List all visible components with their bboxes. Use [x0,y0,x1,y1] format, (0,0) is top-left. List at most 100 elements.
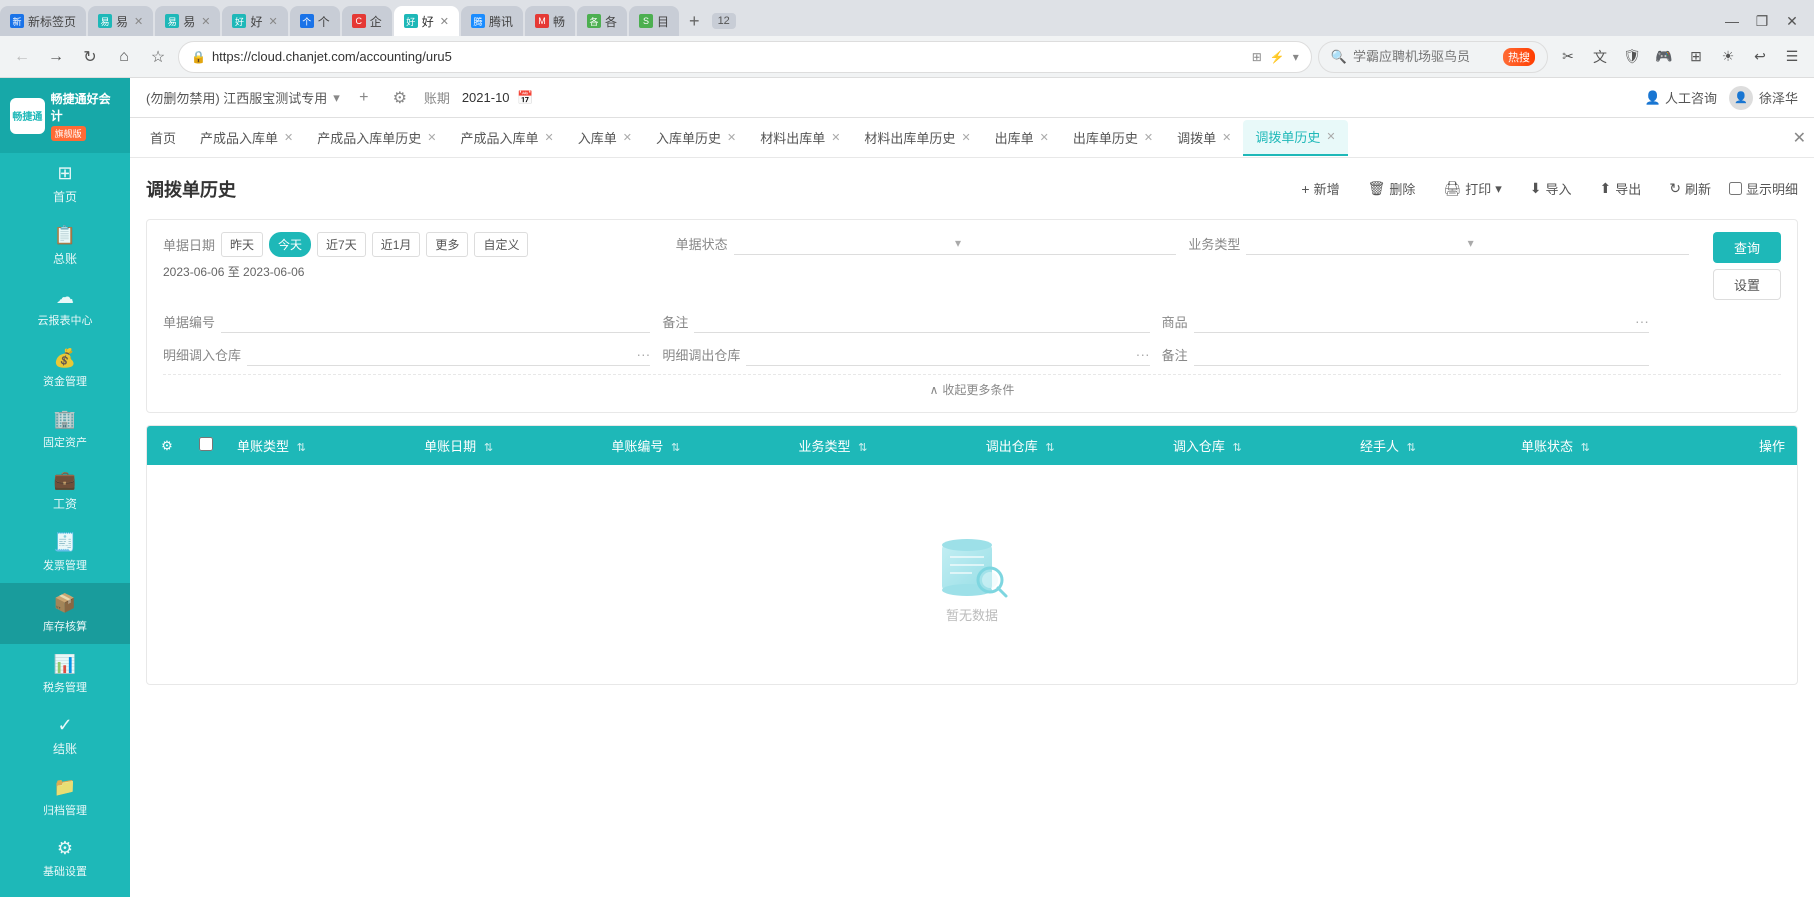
browser-tab-6[interactable]: C 企 [342,6,392,36]
browser-tab-3[interactable]: 易 易 ✕ [155,6,220,36]
status-select[interactable]: ▾ [734,232,1177,255]
tab-close-3[interactable]: ✕ [201,15,210,28]
refresh-browser-button[interactable]: ↻ [76,43,104,71]
detail-remark-input[interactable] [1194,344,1649,366]
page-tab-material-out-close[interactable]: ✕ [831,131,840,144]
browser-tab-1[interactable]: 新 新标签页 [0,6,86,36]
tab-close-7[interactable]: ✕ [440,15,449,28]
shield-button[interactable]: 🛡 [1618,43,1646,71]
win-restore-button[interactable]: ❐ [1748,10,1776,32]
page-tab-transfer[interactable]: 调拨单 ✕ [1165,120,1243,156]
sidebar-item-home[interactable]: ⊞ 首页 [0,153,130,215]
tab-close-2[interactable]: ✕ [134,15,143,28]
col-type[interactable]: 单账类型 ⇅ [225,426,412,465]
page-tab-outbound-history[interactable]: 出库单历史 ✕ [1061,120,1165,156]
col-date[interactable]: 单账日期 ⇅ [412,426,599,465]
detail-out-selector[interactable]: ··· [746,343,1149,366]
browser-tab-7[interactable]: 好 好 ✕ [394,6,459,36]
col-no[interactable]: 单账编号 ⇅ [599,426,786,465]
date-more-button[interactable]: 更多 [426,232,468,257]
service-button[interactable]: 👤 人工咨询 [1645,88,1717,107]
check-col-header[interactable] [187,426,225,465]
page-tab-finished-in-history[interactable]: 产成品入库单历史 ✕ [305,120,448,156]
sidebar-item-archive[interactable]: 📁 归档管理 [0,767,130,828]
select-all-checkbox[interactable] [199,437,213,451]
page-tab-inbound-close[interactable]: ✕ [623,131,632,144]
display-toggle[interactable]: 显示明细 [1729,179,1798,198]
goods-selector[interactable]: ··· [1194,310,1649,333]
back-button[interactable]: ← [8,43,36,71]
sidebar-item-fixed-assets[interactable]: 🏢 固定资产 [0,399,130,460]
page-tab-finished-in2[interactable]: 产成品入库单 ✕ [448,120,565,156]
new-tab-button[interactable]: + [681,11,708,32]
delete-button[interactable]: 🗑 删除 [1358,174,1426,203]
print-button[interactable]: 🖨 打印 ▾ [1433,174,1511,203]
table-settings-icon[interactable]: ⚙ [161,438,173,453]
sidebar-item-tax[interactable]: 📊 税务管理 [0,644,130,705]
sidebar-item-invoice[interactable]: 🧾 发票管理 [0,522,130,583]
page-tab-transfer-close[interactable]: ✕ [1222,131,1231,144]
browser-tab-8[interactable]: 腾 腾讯 [461,6,523,36]
export-button[interactable]: ⬆ 导出 [1589,174,1651,203]
page-tab-inbound-history-close[interactable]: ✕ [727,131,736,144]
business-type-select[interactable]: ▾ [1246,232,1689,255]
theme-button[interactable]: ☀ [1714,43,1742,71]
page-tab-material-out-history-close[interactable]: ✕ [961,131,970,144]
bookmark-button[interactable]: ☆ [144,43,172,71]
sidebar-item-ledger[interactable]: 📋 总账 [0,215,130,277]
col-in-warehouse[interactable]: 调入仓库 ⇅ [1161,426,1348,465]
address-bar[interactable]: 🔒 https://cloud.chanjet.com/accounting/u… [178,41,1312,73]
col-handler[interactable]: 经手人 ⇅ [1348,426,1509,465]
sidebar-item-fund[interactable]: 💰 资金管理 [0,338,130,399]
sidebar-item-settings[interactable]: ⚙ 基础设置 [0,828,130,889]
detail-out-dots-icon[interactable]: ··· [1136,346,1150,362]
page-tab-inbound-history[interactable]: 入库单历史 ✕ [644,120,748,156]
browser-tab-9[interactable]: M 畅 [525,6,575,36]
company-selector[interactable]: (勿删勿禁用) 江西服宝测试专用 ▾ [146,88,340,107]
set-button[interactable]: 设置 [1713,269,1781,300]
remark-input[interactable] [694,311,1149,333]
menu-button[interactable]: ☰ [1778,43,1806,71]
grid-icon[interactable]: ⊞ [1252,50,1262,64]
display-toggle-checkbox[interactable] [1729,182,1742,195]
company-settings-button[interactable]: ⚙ [388,86,412,110]
col-status[interactable]: 单账状态 ⇅ [1509,426,1696,465]
import-button[interactable]: ⬇ 导入 [1520,174,1582,203]
goods-dots-icon[interactable]: ··· [1635,313,1649,329]
page-tab-outbound-history-close[interactable]: ✕ [1144,131,1153,144]
page-tab-material-out[interactable]: 材料出库单 ✕ [748,120,852,156]
sidebar-item-guide[interactable]: 🎓 新手引导 [0,889,130,897]
page-tab-finished-in-close[interactable]: ✕ [284,131,293,144]
dropdown-icon[interactable]: ▾ [1293,50,1299,64]
page-tab-material-out-history[interactable]: 材料出库单历史 ✕ [852,120,982,156]
win-minimize-button[interactable]: — [1718,10,1746,32]
translate-button[interactable]: 文 [1586,43,1614,71]
lightning-icon[interactable]: ⚡ [1270,50,1285,64]
search-button[interactable]: 查询 [1713,232,1781,263]
tab-count[interactable]: 12 [712,13,736,29]
grid-view-button[interactable]: ⊞ [1682,43,1710,71]
sidebar-item-salary[interactable]: 💼 工资 [0,460,130,522]
page-tab-home[interactable]: 首页 [138,120,188,156]
sidebar-item-closing[interactable]: ✓ 结账 [0,705,130,767]
collapse-button[interactable]: ∧ 收起更多条件 [930,381,1015,398]
page-tab-finished-in[interactable]: 产成品入库单 ✕ [188,120,305,156]
date-today-button[interactable]: 今天 [269,232,311,257]
period-value[interactable]: 2021-10 📅 [462,90,534,106]
search-bar[interactable]: 🔍 热搜 [1318,41,1548,73]
date-7days-button[interactable]: 近7天 [317,232,366,257]
page-tab-outbound-close[interactable]: ✕ [1040,131,1049,144]
home-button[interactable]: ⌂ [110,43,138,71]
page-tab-transfer-history[interactable]: 调拨单历史 ✕ [1243,120,1347,156]
sidebar-item-cloud-report[interactable]: ☁ 云报表中心 [0,277,130,338]
browser-tab-11[interactable]: S 目 [629,6,679,36]
docno-input[interactable] [221,311,650,333]
browser-tab-10[interactable]: 各 各 [577,6,627,36]
detail-in-selector[interactable]: ··· [247,343,650,366]
col-business-type[interactable]: 业务类型 ⇅ [787,426,974,465]
page-tab-finished-in-history-close[interactable]: ✕ [427,131,436,144]
win-close-button[interactable]: ✕ [1778,10,1806,32]
page-tab-finished-in2-close[interactable]: ✕ [545,131,554,144]
forward-button[interactable]: → [42,43,70,71]
sidebar-item-inventory[interactable]: 📦 库存核算 [0,583,130,644]
